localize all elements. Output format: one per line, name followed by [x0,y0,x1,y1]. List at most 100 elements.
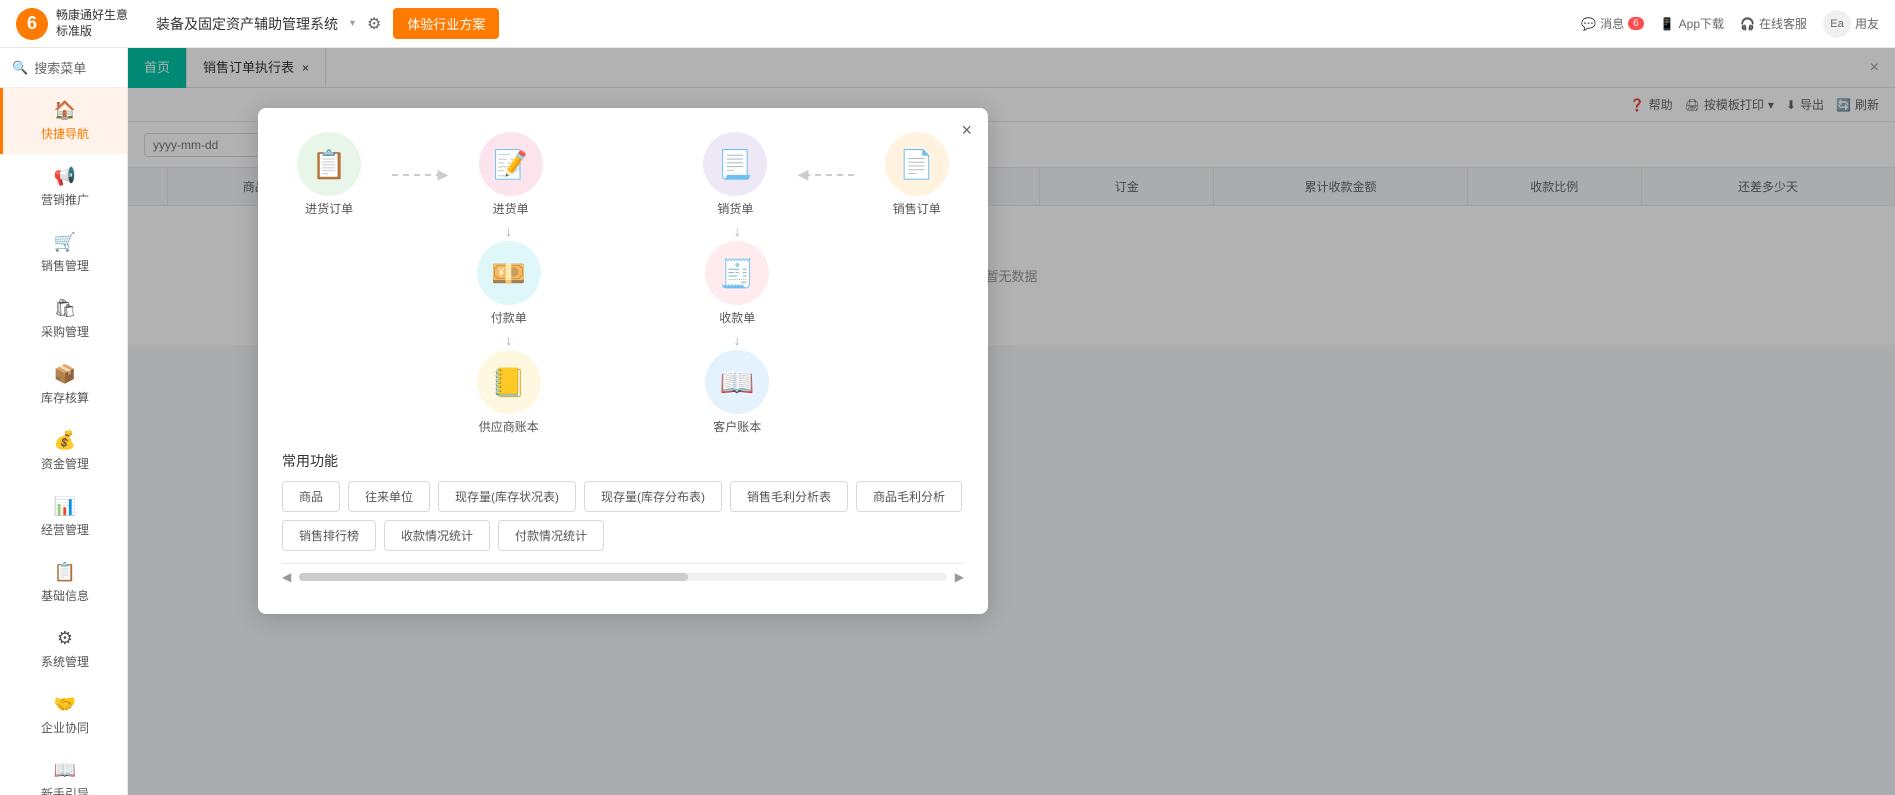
receipt-icon: 🧾 [705,241,769,305]
sidebar-item-basic-info[interactable]: 📋 基础信息 [0,550,127,616]
app-logo-icon: 6 [16,8,48,40]
logo-area: 6 畅康通好生意标准版 [16,8,144,40]
modal-close-btn[interactable]: × [961,120,972,141]
scroll-right-btn[interactable]: ▶ [955,570,964,584]
sidebar: 🔍 搜索菜单 🏠 快捷导航 📢 营销推广 🛒 销售管理 🛍 采购管理 📦 [0,48,128,795]
system-title-dropdown-icon[interactable]: ▾ [350,18,355,29]
sidebar-item-label: 经营管理 [41,521,89,538]
top-actions: 💬 消息 6 📱 App下载 🎧 在线客服 Ea 用友 [1581,10,1879,38]
sidebar-item-guide[interactable]: 📖 新手引导 [0,748,127,795]
customer-ledger-label: 客户账本 [713,418,761,435]
flow-row-3: 📒 供应商账本 📖 客户账本 [282,350,964,435]
sidebar-item-system[interactable]: ⚙ 系统管理 [0,616,127,682]
user-label: 用友 [1855,15,1879,32]
spacer-r3-3 [573,332,673,348]
sidebar-item-sales[interactable]: 🛒 销售管理 [0,220,127,286]
purchase-receipt-icon: 📝 [479,132,543,196]
sales-order-icon: 📄 [885,132,949,196]
arrow-down-payment: ↓ [477,332,541,348]
scrollbar-area: ◀ ▶ [282,563,964,590]
sales-order-label: 销售订单 [893,200,941,217]
user-profile-btn[interactable]: Ea 用友 [1823,10,1879,38]
spacer-mid-right [802,223,852,239]
message-btn[interactable]: 💬 消息 6 [1581,15,1644,32]
func-btn-payment-stats[interactable]: 付款情况统计 [498,520,604,551]
func-btn-counterpart[interactable]: 往来单位 [348,481,430,512]
sidebar-item-label: 企业协同 [41,719,89,736]
service-icon: 🎧 [1740,17,1755,31]
payment-icon: 💴 [477,241,541,305]
spacer-r4-5 [884,350,948,435]
sidebar-item-quick-nav[interactable]: 🏠 快捷导航 [0,88,127,154]
online-service-btn[interactable]: 🎧 在线客服 [1740,15,1807,32]
flow-arrows-down-2: ↓ ↓ [282,330,964,350]
flow-row-2: 💴 付款单 🧾 收款单 [282,241,964,326]
spacer-r3-1 [298,332,362,348]
settings-icon[interactable]: ⚙ [367,14,381,34]
spacer-r2-1 [298,241,362,326]
arrow-down-pr: ↓ [477,223,541,239]
user-avatar: Ea [1823,10,1851,38]
arrow-down-receipt: ↓ [705,332,769,348]
app-download-btn[interactable]: 📱 App下载 [1660,15,1724,32]
spacer-r2-3 [573,241,673,326]
flow-node-purchase-order[interactable]: 📋 进货订单 [297,132,361,217]
flow-row-1: 📋 进货订单 ▶ 📝 进货单 [282,132,964,217]
arrow-po-to-pr: ▶ [392,166,449,183]
spacer-r3-4 [802,332,852,348]
func-buttons-row-2: 销售排行榜 收款情况统计 付款情况统计 [282,520,964,551]
sidebar-item-inventory[interactable]: 📦 库存核算 [0,352,127,418]
sidebar-search[interactable]: 🔍 搜索菜单 [0,48,127,88]
spacer-mid-left [394,223,444,239]
experience-btn[interactable]: 体验行业方案 [393,8,499,39]
flow-node-receipt[interactable]: 🧾 收款单 [705,241,769,326]
func-btn-product[interactable]: 商品 [282,481,340,512]
modal-box: × 📋 进货订单 ▶ [258,108,988,614]
sidebar-item-finance[interactable]: 💰 资金管理 [0,418,127,484]
app-download-label: App下载 [1679,15,1724,32]
quick-nav-icon: 🏠 [54,100,76,121]
message-badge: 6 [1628,17,1644,30]
sidebar-item-label: 新手引导 [41,785,89,795]
sidebar-item-purchase[interactable]: 🛍 采购管理 [0,286,127,352]
system-title: 装备及固定资产辅助管理系统 [156,14,338,34]
operations-icon: 📊 [54,496,76,517]
flow-node-purchase-receipt[interactable]: 📝 进货单 [479,132,543,217]
app-logo-text: 畅康通好生意标准版 [56,8,128,39]
purchase-order-icon: 📋 [297,132,361,196]
sidebar-item-enterprise[interactable]: 🤝 企业协同 [0,682,127,748]
flow-node-customer-ledger[interactable]: 📖 客户账本 [705,350,769,435]
flow-node-sales-order[interactable]: 📄 销售订单 [885,132,949,217]
sidebar-item-label: 系统管理 [41,653,89,670]
sales-delivery-icon: 📃 [703,132,767,196]
marketing-icon: 📢 [54,166,76,187]
func-btn-sales-rank[interactable]: 销售排行榜 [282,520,376,551]
func-btn-stock-dist[interactable]: 现存量(库存分布表) [584,481,722,512]
purchase-order-label: 进货订单 [305,200,353,217]
payment-label: 付款单 [491,309,527,326]
flow-node-supplier-ledger[interactable]: 📒 供应商账本 [477,350,541,435]
spacer-r4-1 [298,350,362,435]
func-buttons-row-1: 商品 往来单位 现存量(库存状况表) 现存量(库存分布表) 销售毛利分析表 商品… [282,481,964,512]
sidebar-item-marketing[interactable]: 📢 营销推广 [0,154,127,220]
flow-node-payment[interactable]: 💴 付款单 [477,241,541,326]
sidebar-item-label: 快捷导航 [41,125,89,142]
flow-node-sales-delivery[interactable]: 📃 销货单 [703,132,767,217]
func-btn-sales-margin[interactable]: 销售毛利分析表 [730,481,848,512]
func-btn-product-margin[interactable]: 商品毛利分析 [856,481,962,512]
spacer-right [884,223,948,239]
func-btn-stock-status[interactable]: 现存量(库存状况表) [438,481,576,512]
supplier-ledger-icon: 📒 [477,350,541,414]
arrow-so-to-sd: ◀ [798,166,855,183]
receipt-label: 收款单 [719,309,755,326]
download-icon: 📱 [1660,17,1675,31]
func-btn-receipt-stats[interactable]: 收款情况统计 [384,520,490,551]
modal-overlay: × 📋 进货订单 ▶ [128,48,1895,795]
spacer-r2-4 [802,241,852,326]
inventory-icon: 📦 [54,364,76,385]
basic-info-icon: 📋 [54,562,76,583]
scrollbar-track[interactable] [299,573,947,581]
message-icon: 💬 [1581,17,1596,31]
sidebar-item-operations[interactable]: 📊 经营管理 [0,484,127,550]
scroll-left-btn[interactable]: ◀ [282,570,291,584]
